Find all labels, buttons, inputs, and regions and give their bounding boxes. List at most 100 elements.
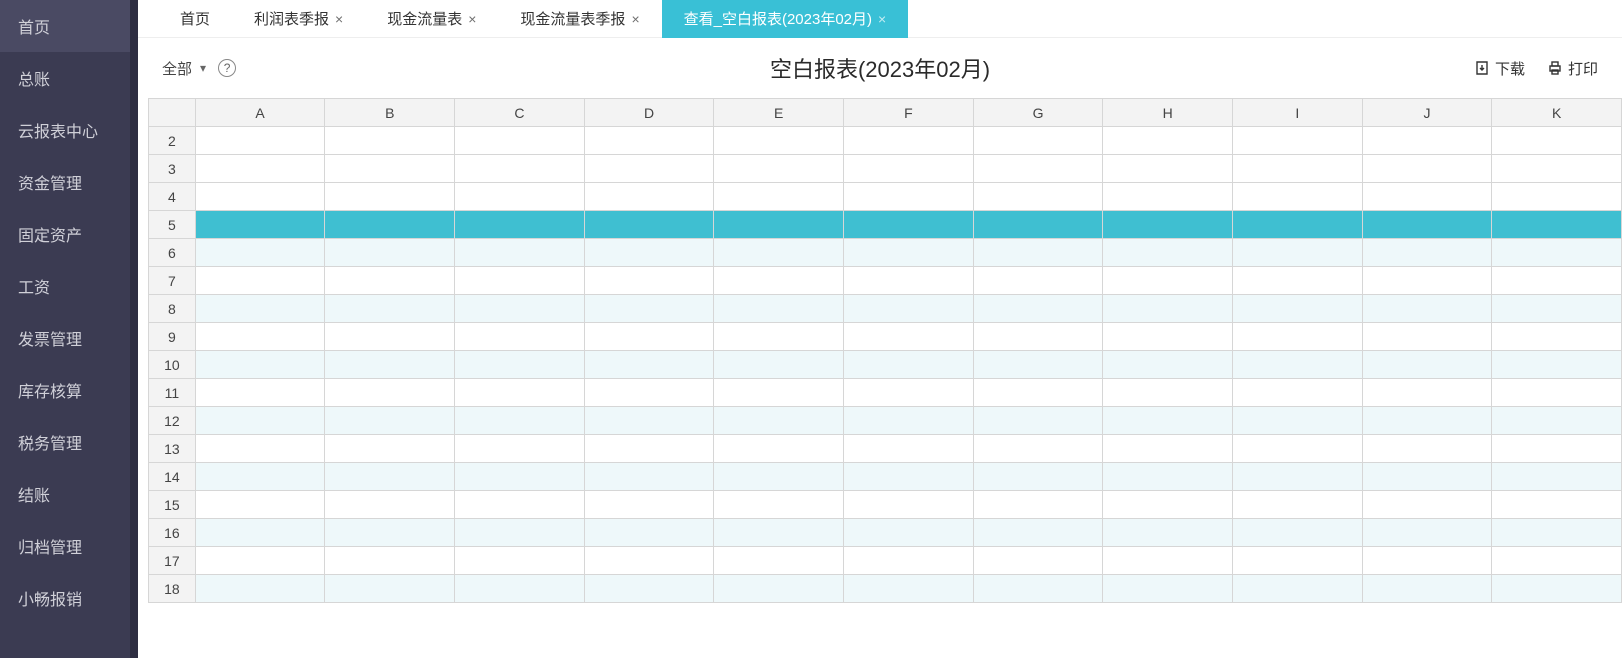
cell-F18[interactable]: [844, 575, 974, 603]
download-button[interactable]: 下载: [1474, 58, 1525, 79]
cell-H17[interactable]: [1103, 547, 1233, 575]
row-header-16[interactable]: 16: [149, 519, 196, 547]
cell-I11[interactable]: [1233, 379, 1363, 407]
help-icon[interactable]: ?: [218, 59, 236, 77]
cell-H8[interactable]: [1103, 295, 1233, 323]
cell-B16[interactable]: [325, 519, 455, 547]
cell-A2[interactable]: [195, 127, 325, 155]
cell-D8[interactable]: [584, 295, 714, 323]
cell-F11[interactable]: [844, 379, 974, 407]
cell-F5[interactable]: [844, 211, 974, 239]
cell-J9[interactable]: [1362, 323, 1492, 351]
cell-E11[interactable]: [714, 379, 844, 407]
cell-B12[interactable]: [325, 407, 455, 435]
cell-D15[interactable]: [584, 491, 714, 519]
cell-F2[interactable]: [844, 127, 974, 155]
cell-C14[interactable]: [455, 463, 585, 491]
cell-I5[interactable]: [1233, 211, 1363, 239]
cell-K18[interactable]: [1492, 575, 1622, 603]
cell-D3[interactable]: [584, 155, 714, 183]
row-header-8[interactable]: 8: [149, 295, 196, 323]
cell-F13[interactable]: [844, 435, 974, 463]
cell-H18[interactable]: [1103, 575, 1233, 603]
cell-F10[interactable]: [844, 351, 974, 379]
cell-K3[interactable]: [1492, 155, 1622, 183]
cell-I12[interactable]: [1233, 407, 1363, 435]
cell-J15[interactable]: [1362, 491, 1492, 519]
cell-G16[interactable]: [973, 519, 1103, 547]
cell-H2[interactable]: [1103, 127, 1233, 155]
cell-C6[interactable]: [455, 239, 585, 267]
cell-F4[interactable]: [844, 183, 974, 211]
cell-E16[interactable]: [714, 519, 844, 547]
cell-F3[interactable]: [844, 155, 974, 183]
cell-G2[interactable]: [973, 127, 1103, 155]
cell-C17[interactable]: [455, 547, 585, 575]
cell-K12[interactable]: [1492, 407, 1622, 435]
cell-G14[interactable]: [973, 463, 1103, 491]
sidebar-item-fixed-assets[interactable]: 固定资产: [0, 208, 130, 260]
cell-E18[interactable]: [714, 575, 844, 603]
cell-C16[interactable]: [455, 519, 585, 547]
cell-E17[interactable]: [714, 547, 844, 575]
cell-E5[interactable]: [714, 211, 844, 239]
row-header-11[interactable]: 11: [149, 379, 196, 407]
cell-C2[interactable]: [455, 127, 585, 155]
column-header-F[interactable]: F: [844, 99, 974, 127]
cell-D18[interactable]: [584, 575, 714, 603]
row-header-12[interactable]: 12: [149, 407, 196, 435]
sidebar-scrollbar[interactable]: [130, 0, 138, 658]
cell-K14[interactable]: [1492, 463, 1622, 491]
cell-G18[interactable]: [973, 575, 1103, 603]
cell-D14[interactable]: [584, 463, 714, 491]
cell-C4[interactable]: [455, 183, 585, 211]
cell-K11[interactable]: [1492, 379, 1622, 407]
cell-H11[interactable]: [1103, 379, 1233, 407]
sidebar-item-salary[interactable]: 工资: [0, 260, 130, 312]
cell-G5[interactable]: [973, 211, 1103, 239]
sidebar-item-invoice[interactable]: 发票管理: [0, 312, 130, 364]
cell-C13[interactable]: [455, 435, 585, 463]
row-header-14[interactable]: 14: [149, 463, 196, 491]
cell-A5[interactable]: [195, 211, 325, 239]
close-icon[interactable]: ×: [335, 11, 343, 27]
cell-F15[interactable]: [844, 491, 974, 519]
cell-A16[interactable]: [195, 519, 325, 547]
column-header-K[interactable]: K: [1492, 99, 1622, 127]
tab-1[interactable]: 利润表季报×: [232, 0, 365, 38]
spreadsheet[interactable]: ABCDEFGHIJK23456789101112131415161718: [138, 98, 1622, 658]
cell-I13[interactable]: [1233, 435, 1363, 463]
cell-A14[interactable]: [195, 463, 325, 491]
sidebar-item-expense[interactable]: 小畅报销: [0, 572, 130, 624]
cell-H5[interactable]: [1103, 211, 1233, 239]
cell-H6[interactable]: [1103, 239, 1233, 267]
row-header-10[interactable]: 10: [149, 351, 196, 379]
row-header-3[interactable]: 3: [149, 155, 196, 183]
tab-2[interactable]: 现金流量表×: [365, 0, 498, 38]
cell-I14[interactable]: [1233, 463, 1363, 491]
cell-C9[interactable]: [455, 323, 585, 351]
cell-B6[interactable]: [325, 239, 455, 267]
print-button[interactable]: 打印: [1547, 58, 1598, 79]
column-header-H[interactable]: H: [1103, 99, 1233, 127]
cell-B3[interactable]: [325, 155, 455, 183]
cell-A13[interactable]: [195, 435, 325, 463]
cell-F8[interactable]: [844, 295, 974, 323]
cell-B15[interactable]: [325, 491, 455, 519]
cell-H3[interactable]: [1103, 155, 1233, 183]
cell-J16[interactable]: [1362, 519, 1492, 547]
cell-F16[interactable]: [844, 519, 974, 547]
cell-A18[interactable]: [195, 575, 325, 603]
cell-E12[interactable]: [714, 407, 844, 435]
cell-C3[interactable]: [455, 155, 585, 183]
cell-B5[interactable]: [325, 211, 455, 239]
cell-K4[interactable]: [1492, 183, 1622, 211]
cell-D4[interactable]: [584, 183, 714, 211]
cell-F17[interactable]: [844, 547, 974, 575]
cell-E2[interactable]: [714, 127, 844, 155]
cell-B18[interactable]: [325, 575, 455, 603]
cell-E8[interactable]: [714, 295, 844, 323]
cell-B13[interactable]: [325, 435, 455, 463]
cell-J6[interactable]: [1362, 239, 1492, 267]
cell-K6[interactable]: [1492, 239, 1622, 267]
